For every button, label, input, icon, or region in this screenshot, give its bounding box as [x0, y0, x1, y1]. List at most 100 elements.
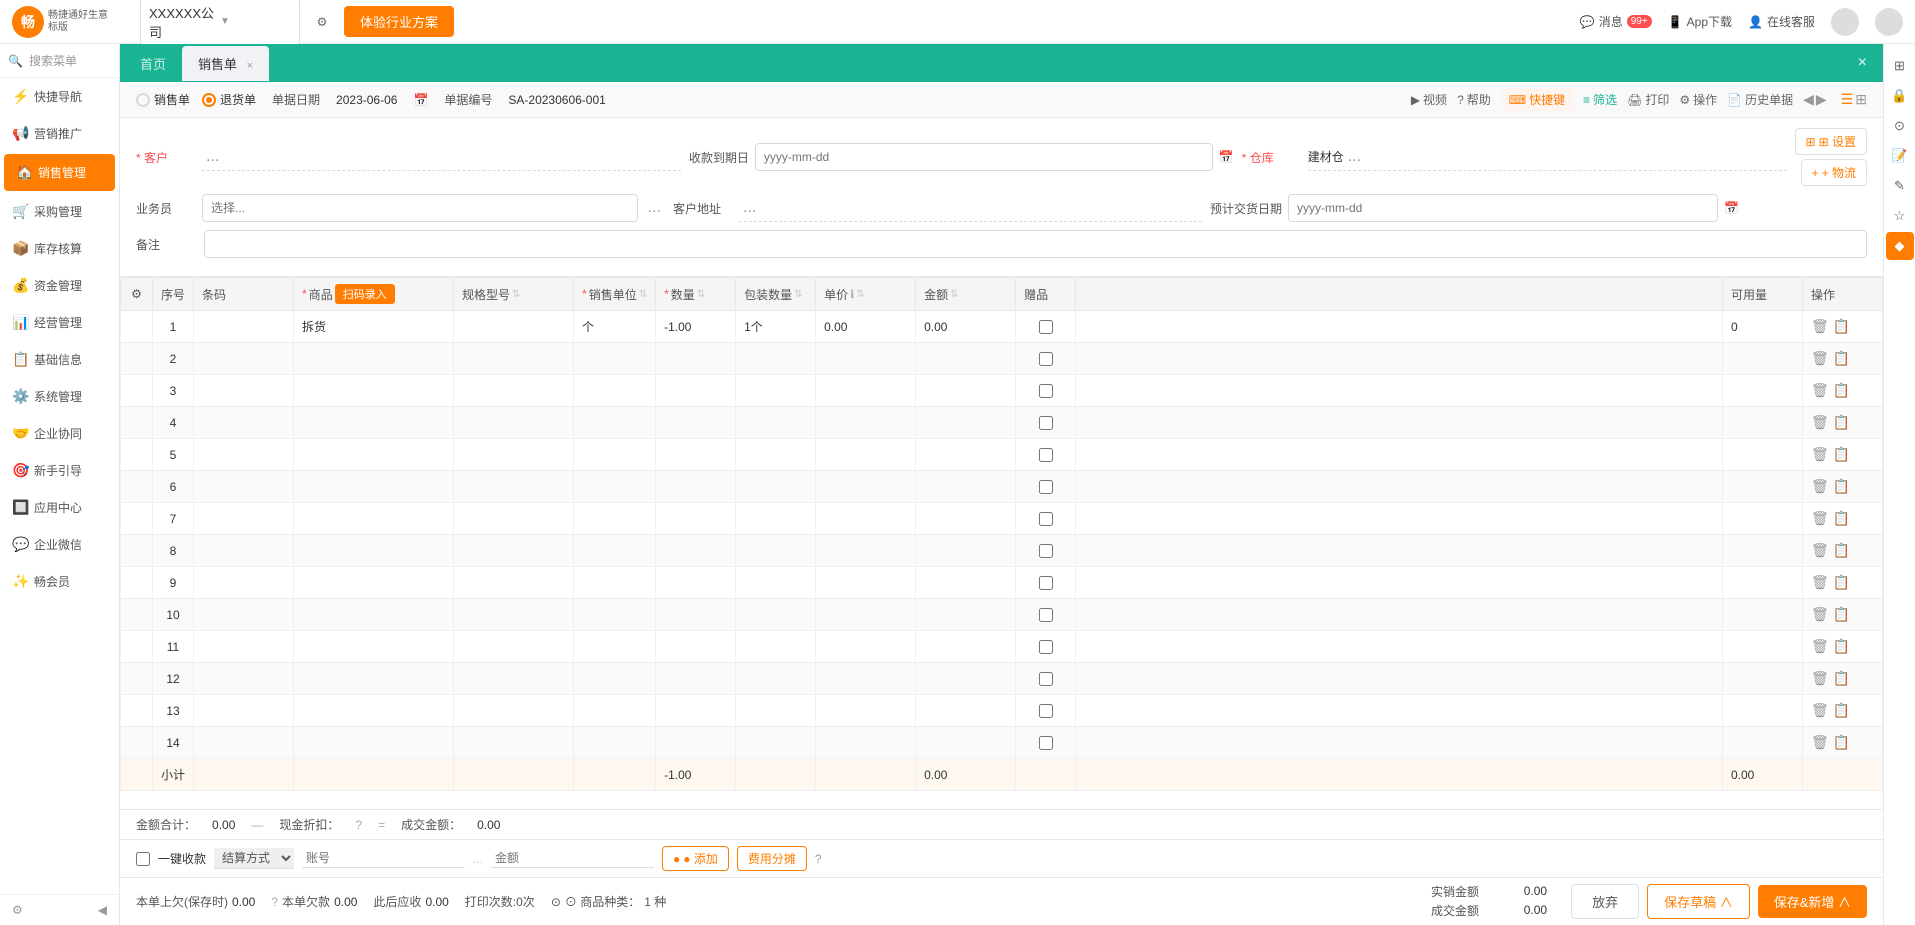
cell-unit-11[interactable] — [574, 663, 656, 695]
cell-amount-10[interactable] — [916, 631, 1016, 663]
cell-barcode-10[interactable] — [194, 631, 294, 663]
cell-unit-12[interactable] — [574, 695, 656, 727]
app-download-btn[interactable]: 📱 App下载 — [1668, 13, 1732, 30]
cell-qty-9[interactable] — [656, 599, 736, 631]
sidebar-item-wechat[interactable]: 💬 企业微信 — [0, 526, 119, 563]
cell-barcode-11[interactable] — [194, 663, 294, 695]
cell-price-12[interactable] — [816, 695, 916, 727]
cell-op-11[interactable]: 🗑 📋 — [1803, 663, 1883, 695]
customer-address-dots-btn[interactable]: ... — [739, 199, 760, 217]
cell-amount-7[interactable] — [916, 535, 1016, 567]
cell-qty-0[interactable]: -1.00 — [656, 311, 736, 343]
company-selector[interactable]: XXXXXX公司 ▼ — [140, 0, 300, 46]
cell-gift-0[interactable] — [1016, 311, 1076, 343]
delete-icon-13[interactable]: 🗑 — [1811, 734, 1829, 751]
sidebar-item-purchase[interactable]: 🛒 采购管理 — [0, 193, 119, 230]
cell-amount-8[interactable] — [916, 567, 1016, 599]
cell-goods-3[interactable] — [294, 407, 454, 439]
tab-home[interactable]: 首页 — [124, 46, 182, 81]
sidebar-item-cooperation[interactable]: 🤝 企业协同 — [0, 415, 119, 452]
cell-goods-7[interactable] — [294, 535, 454, 567]
sidebar-item-inventory[interactable]: 📦 库存核算 — [0, 230, 119, 267]
cell-amount-4[interactable] — [916, 439, 1016, 471]
cell-pack-7[interactable] — [736, 535, 816, 567]
cell-price-0[interactable]: 0.00 — [816, 311, 916, 343]
table-settings-icon[interactable]: ⚙ — [131, 287, 142, 301]
cell-gift-5[interactable] — [1016, 471, 1076, 503]
due-date-calendar-icon[interactable]: 📅 — [1219, 150, 1234, 164]
cell-pack-12[interactable] — [736, 695, 816, 727]
cell-gift-2[interactable] — [1016, 375, 1076, 407]
discard-btn[interactable]: 放弃 — [1571, 884, 1639, 919]
cell-barcode-0[interactable] — [194, 311, 294, 343]
calendar-icon[interactable]: 📅 — [413, 93, 428, 107]
cell-amount-0[interactable]: 0.00 — [916, 311, 1016, 343]
date-value[interactable]: 2023-06-06 — [336, 93, 397, 107]
avatar[interactable] — [1831, 8, 1859, 36]
cell-op-0[interactable]: 🗑 📋 — [1803, 311, 1883, 343]
cell-unit-7[interactable] — [574, 535, 656, 567]
sidebar-item-base[interactable]: 📋 基础信息 — [0, 341, 119, 378]
trial-btn[interactable]: 体验行业方案 — [344, 6, 454, 37]
cell-barcode-7[interactable] — [194, 535, 294, 567]
cell-price-5[interactable] — [816, 471, 916, 503]
cell-barcode-2[interactable] — [194, 375, 294, 407]
delete-icon-12[interactable]: 🗑 — [1811, 702, 1829, 719]
cell-op-7[interactable]: 🗑 📋 — [1803, 535, 1883, 567]
save-new-btn[interactable]: 保存&新增 ∧ — [1758, 885, 1867, 918]
cell-spec-4[interactable] — [454, 439, 574, 471]
cell-op-12[interactable]: 🗑 📋 — [1803, 695, 1883, 727]
due-date-input[interactable] — [755, 143, 1213, 171]
cell-amount-11[interactable] — [916, 663, 1016, 695]
cell-qty-5[interactable] — [656, 471, 736, 503]
view-grid-icon[interactable]: ⊞ — [1855, 91, 1867, 108]
cell-price-7[interactable] — [816, 535, 916, 567]
cell-amount-12[interactable] — [916, 695, 1016, 727]
cell-qty-1[interactable] — [656, 343, 736, 375]
cell-barcode-6[interactable] — [194, 503, 294, 535]
account-input[interactable] — [302, 849, 465, 868]
copy-icon-1[interactable]: 📋 — [1833, 350, 1850, 367]
cell-qty-13[interactable] — [656, 727, 736, 759]
copy-icon-7[interactable]: 📋 — [1833, 542, 1850, 559]
remark-input[interactable] — [204, 230, 1867, 258]
cell-price-2[interactable] — [816, 375, 916, 407]
cell-amount-1[interactable] — [916, 343, 1016, 375]
customer-address-input[interactable]: ... — [739, 194, 1202, 222]
cell-barcode-8[interactable] — [194, 567, 294, 599]
cell-spec-8[interactable] — [454, 567, 574, 599]
cell-op-8[interactable]: 🗑 📋 — [1803, 567, 1883, 599]
cell-price-10[interactable] — [816, 631, 916, 663]
cell-op-2[interactable]: 🗑 📋 — [1803, 375, 1883, 407]
view-list-icon[interactable]: ☰ — [1841, 91, 1854, 108]
delete-icon-4[interactable]: 🗑 — [1811, 446, 1829, 463]
radio-sales[interactable]: 销售单 — [136, 91, 190, 108]
cell-op-1[interactable]: 🗑 📋 — [1803, 343, 1883, 375]
copy-icon-5[interactable]: 📋 — [1833, 478, 1850, 495]
delete-icon-0[interactable]: 🗑 — [1811, 318, 1829, 335]
rt-pencil-icon[interactable]: ✎ — [1886, 172, 1914, 200]
scan-btn[interactable]: 扫码录入 — [335, 284, 395, 304]
cell-price-1[interactable] — [816, 343, 916, 375]
cell-qty-2[interactable] — [656, 375, 736, 407]
cell-unit-0[interactable]: 个 — [574, 311, 656, 343]
delete-icon-1[interactable]: 🗑 — [1811, 350, 1829, 367]
cell-price-9[interactable] — [816, 599, 916, 631]
sidebar-collapse-icon[interactable]: ◀ — [98, 903, 107, 917]
tab-sales-order[interactable]: 销售单 × — [182, 46, 269, 81]
cell-pack-9[interactable] — [736, 599, 816, 631]
cell-barcode-4[interactable] — [194, 439, 294, 471]
copy-icon-11[interactable]: 📋 — [1833, 670, 1850, 687]
cell-amount-6[interactable] — [916, 503, 1016, 535]
cell-price-11[interactable] — [816, 663, 916, 695]
cell-spec-12[interactable] — [454, 695, 574, 727]
cell-goods-8[interactable] — [294, 567, 454, 599]
cell-spec-9[interactable] — [454, 599, 574, 631]
cell-spec-6[interactable] — [454, 503, 574, 535]
cell-op-4[interactable]: 🗑 📋 — [1803, 439, 1883, 471]
nav-next-icon[interactable]: ▶ — [1816, 91, 1827, 108]
customer-input[interactable]: ... — [202, 143, 681, 171]
sidebar-item-quick-nav[interactable]: ⚡ 快捷导航 — [0, 78, 119, 115]
cell-pack-6[interactable] — [736, 503, 816, 535]
cell-pack-1[interactable] — [736, 343, 816, 375]
